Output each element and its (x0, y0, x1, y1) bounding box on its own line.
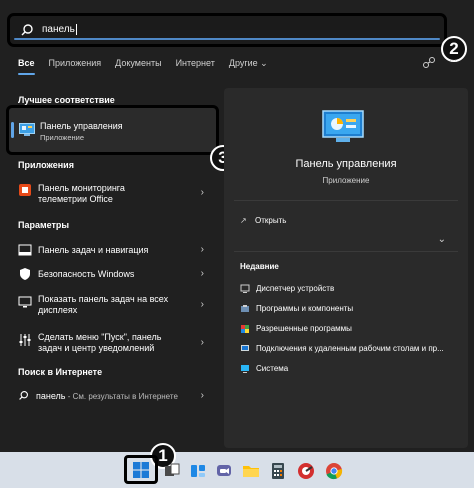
chat-icon[interactable] (215, 462, 233, 480)
taskbar (0, 452, 474, 488)
tab-other[interactable]: Другие ⌄ (229, 58, 268, 69)
remote-desktop-icon (241, 345, 249, 351)
chevron-right-icon: › (200, 299, 204, 310)
control-panel-icon (19, 123, 35, 136)
app-red-circle-icon[interactable] (297, 462, 315, 480)
control-panel-icon (322, 110, 364, 142)
start-button[interactable] (124, 455, 158, 484)
tab-documents[interactable]: Документы (115, 58, 161, 69)
divider (234, 200, 458, 201)
best-match-title: Панель управления (40, 121, 123, 131)
settings-item-line2: задач и центр уведомлений (38, 343, 155, 353)
recent-item-remote-desktop[interactable]: Подключения к удаленным рабочим столам и… (240, 344, 444, 354)
preview-pane: Панель управления Приложение ↗ Открыть ⌄ … (224, 88, 468, 448)
chevron-right-icon: › (200, 337, 204, 348)
open-external-icon: ↗ (240, 216, 247, 225)
web-query: панель (36, 391, 66, 401)
section-web-search: Поиск в Интернете (18, 367, 103, 377)
recent-title: Недавние (240, 262, 279, 271)
preview-subtitle: Приложение (322, 176, 370, 185)
recent-item-allowed-programs[interactable]: Разрешенные программы (240, 324, 352, 334)
app-title-line1: Панель мониторинга (38, 183, 125, 193)
section-best-match: Лучшее соответствие (18, 95, 115, 105)
chevron-down-icon[interactable]: ⌄ (438, 234, 446, 245)
web-query-suffix: - См. результаты в Интернете (65, 392, 178, 401)
section-settings: Параметры (18, 220, 70, 230)
tab-all[interactable]: Все (18, 58, 35, 75)
recent-item-device-manager[interactable]: Диспетчер устройств (240, 284, 334, 294)
firewall-icon (241, 325, 249, 333)
share-icon[interactable] (422, 56, 436, 70)
best-match-result[interactable]: Панель управления Приложение (6, 105, 219, 155)
windows-logo-icon (133, 462, 149, 478)
list-item-web-search[interactable]: панель - См. результаты в Интернете › (0, 390, 218, 404)
search-input[interactable]: панель (42, 25, 75, 36)
list-item-show-taskbar-all-displays[interactable]: Показать панель задач на всех дисплеях › (0, 292, 218, 318)
office-telemetry-icon (19, 184, 31, 196)
app-title-line2: телеметрии Office (38, 194, 113, 204)
recent-item-system[interactable]: Система (240, 364, 288, 374)
search-icon (19, 391, 28, 400)
chevron-right-icon: › (200, 244, 204, 255)
sliders-icon (19, 334, 31, 346)
filter-tabs: Все Приложения Документы Интернет Другие… (18, 58, 282, 75)
open-action[interactable]: ↗ Открыть (240, 216, 286, 225)
settings-item-line2: дисплеях (38, 305, 78, 315)
settings-item-line1: Показать панель задач на всех (38, 294, 169, 304)
open-label: Открыть (255, 216, 287, 225)
monitor-icon (18, 296, 32, 308)
chevron-right-icon: › (200, 187, 204, 198)
device-manager-icon (240, 284, 250, 293)
shield-icon (20, 268, 30, 280)
tab-internet[interactable]: Интернет (176, 58, 215, 69)
chrome-icon[interactable] (325, 462, 343, 480)
settings-item-line1: Сделать меню "Пуск", панель (38, 332, 162, 342)
chevron-right-icon: › (200, 268, 204, 279)
file-explorer-icon[interactable] (242, 462, 260, 480)
system-icon (241, 365, 249, 373)
list-item-windows-security[interactable]: Безопасность Windows › (0, 267, 218, 283)
settings-item-label: Панель задач и навигация (38, 245, 149, 255)
divider (234, 251, 458, 252)
best-match-subtitle: Приложение (40, 133, 84, 142)
search-icon (21, 24, 33, 36)
list-item-app-office-telemetry[interactable]: Панель мониторинга телеметрии Office › (0, 181, 218, 211)
recent-item-programs-features[interactable]: Программы и компоненты (240, 304, 353, 314)
search-box[interactable]: панель (7, 13, 447, 47)
tab-apps[interactable]: Приложения (49, 58, 102, 69)
calculator-icon[interactable] (269, 462, 287, 480)
chevron-right-icon: › (200, 390, 204, 401)
preview-title: Панель управления (295, 158, 397, 170)
more-icon[interactable]: ··· (449, 55, 463, 69)
task-view-icon[interactable] (163, 462, 181, 480)
section-apps: Приложения (18, 160, 74, 170)
list-item-taskbar-navigation[interactable]: Панель задач и навигация › (0, 243, 218, 259)
list-item-start-menu-taskbar[interactable]: Сделать меню "Пуск", панель задач и цент… (0, 330, 218, 356)
settings-item-label: Безопасность Windows (38, 269, 135, 279)
taskbar-settings-icon (18, 244, 32, 256)
widgets-icon[interactable] (189, 462, 207, 480)
programs-icon (241, 305, 249, 312)
